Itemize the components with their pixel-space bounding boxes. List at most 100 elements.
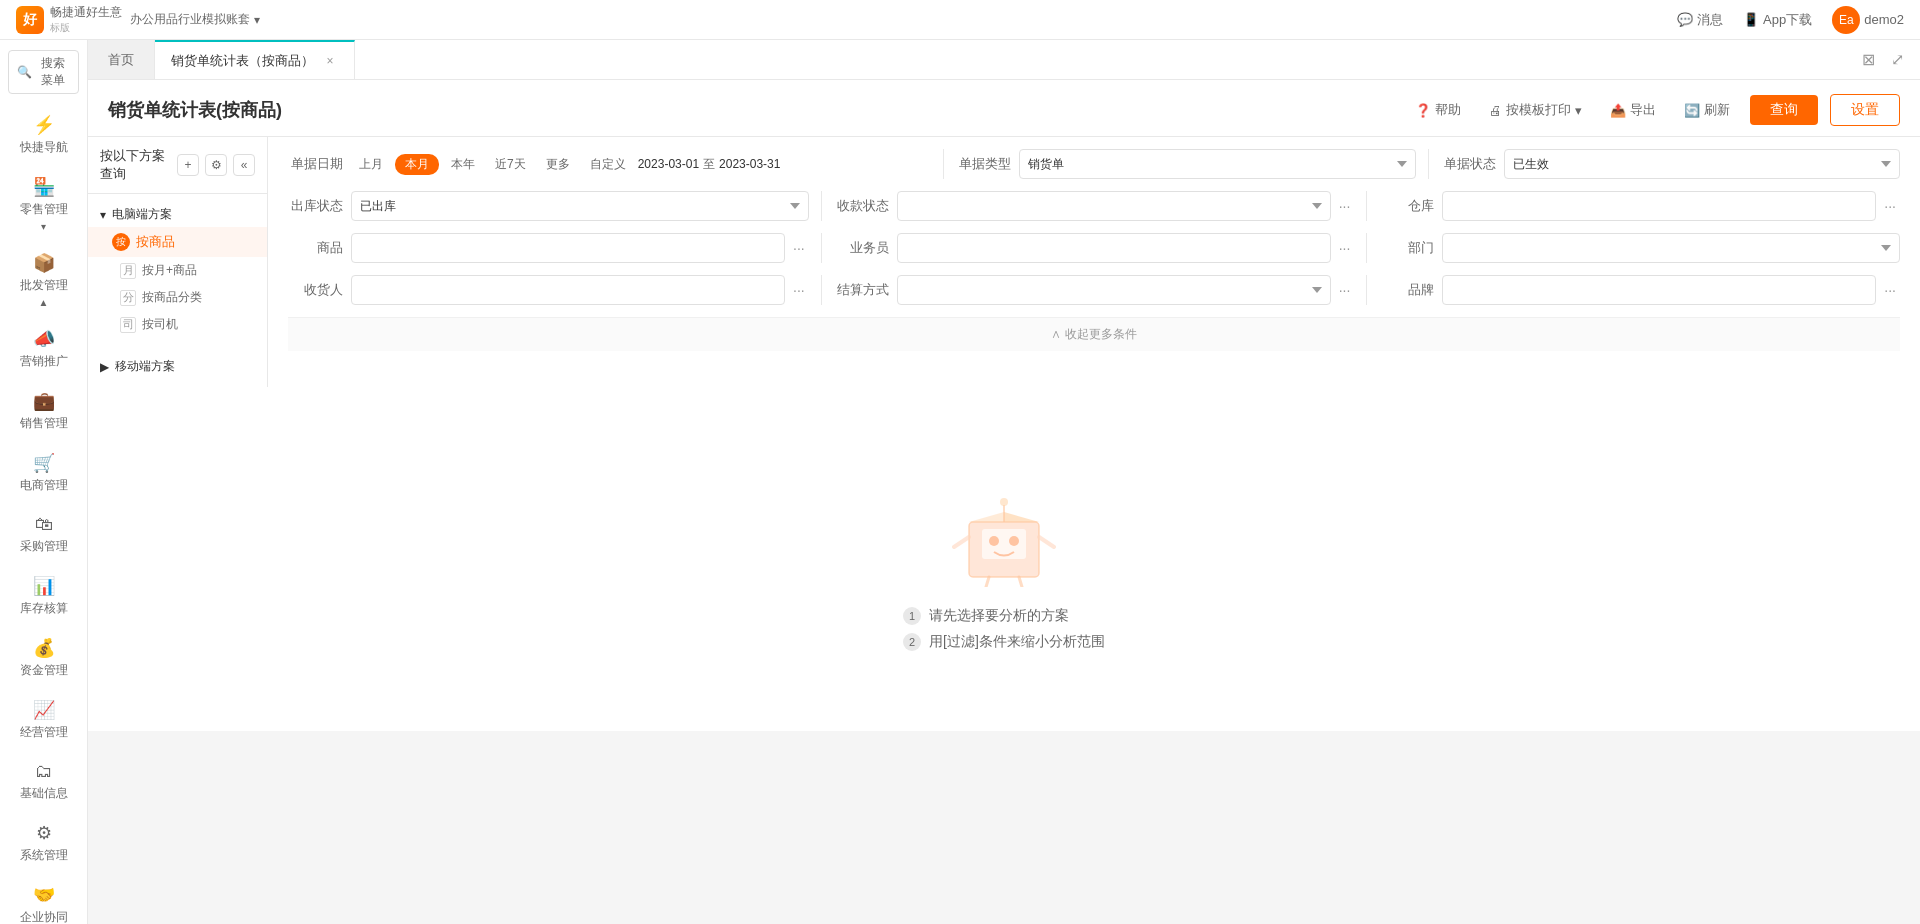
scheme-item-by-cashier[interactable]: 司 按司机 <box>88 311 267 338</box>
recipient-more-btn[interactable]: ··· <box>789 282 809 298</box>
top-header: 好 畅捷通好生意 标版 办公用品行业模拟账套 ▾ 💬 消息 📱 App下载 查询… <box>0 0 1920 40</box>
product-more-btn[interactable]: ··· <box>789 240 809 256</box>
salesperson-more-btn[interactable]: ··· <box>1335 240 1355 256</box>
tab-close-btn[interactable]: × <box>322 53 338 69</box>
sidebar-item-business[interactable]: 📈 经营管理 <box>0 689 87 751</box>
refresh-btn[interactable]: 🔄 刷新 <box>1676 97 1738 123</box>
tab-home[interactable]: 首页 <box>88 40 155 79</box>
sidebar-item-marketing[interactable]: 📣 营销推广 <box>0 318 87 380</box>
empty-illustration <box>944 467 1064 587</box>
mobile-scheme-group-title[interactable]: ▶ 移动端方案 <box>88 354 267 379</box>
date-tab-last-month[interactable]: 上月 <box>351 154 391 175</box>
settlement-more-btn[interactable]: ··· <box>1335 282 1355 298</box>
tip-num-1: 1 <box>903 607 921 625</box>
divider-1 <box>943 149 944 179</box>
scheme-item-by-product[interactable]: 按 按商品 <box>88 227 267 257</box>
message-action[interactable]: 💬 消息 <box>1677 11 1723 29</box>
brand-more-btn[interactable]: ··· <box>1880 282 1900 298</box>
workspace-dropdown[interactable]: 办公用品行业模拟账套 ▾ <box>130 11 260 28</box>
right-panel: 单据日期 上月 本月 本年 近7天 更多 <box>268 137 1920 387</box>
collapse-panel-btn[interactable]: « <box>233 154 255 176</box>
sidebar-item-quick-nav[interactable]: ⚡ 快捷导航 <box>0 104 87 166</box>
brand-label: 品牌 <box>1379 281 1434 299</box>
filter-field-payment: 收款状态 ··· <box>834 191 1355 221</box>
desktop-scheme-group: ▾ 电脑端方案 按 按商品 月 按月+商品 <box>88 194 267 346</box>
date-to: 2023-03-31 <box>719 157 780 171</box>
sidebar-item-retail[interactable]: 🏪 零售管理 ▾ <box>0 166 87 242</box>
divider-2 <box>1428 149 1429 179</box>
brand-input[interactable] <box>1442 275 1876 305</box>
doc-type-select[interactable]: 销货单 <box>1019 149 1415 179</box>
avatar: 查询 Ea <box>1832 6 1860 34</box>
salesperson-input[interactable] <box>897 233 1331 263</box>
fullscreen-btn[interactable]: ⤢ <box>1887 46 1908 73</box>
warehouse-more-btn[interactable]: ··· <box>1880 198 1900 214</box>
payment-label: 收款状态 <box>834 197 889 215</box>
query-btn[interactable]: 查询 <box>1750 95 1818 125</box>
date-tab-this-year[interactable]: 本年 <box>443 154 483 175</box>
filter-field-salesperson: 业务员 ··· <box>834 233 1355 263</box>
chevron-down-icon: ▾ <box>100 208 106 222</box>
payment-select[interactable] <box>897 191 1331 221</box>
left-panel-title: 按以下方案查询 <box>100 147 177 183</box>
date-tab-this-month[interactable]: 本月 <box>395 154 439 175</box>
user-action[interactable]: 查询 Ea demo2 <box>1832 6 1904 34</box>
page-title-actions: ❓ 帮助 🖨 按模板打印 ▾ 📤 导出 🔄 <box>1407 94 1900 126</box>
export-btn[interactable]: 📤 导出 <box>1602 97 1664 123</box>
stock-out-select[interactable]: 已出库 <box>351 191 809 221</box>
cooperation-icon: 🤝 <box>33 884 55 906</box>
help-btn[interactable]: ❓ 帮助 <box>1407 97 1469 123</box>
search-menu-button[interactable]: 🔍 搜索菜单 <box>8 50 79 94</box>
wholesale-icon: 📦 <box>33 252 55 274</box>
date-tab-7days[interactable]: 近7天 <box>487 154 534 175</box>
sidebar-item-inventory[interactable]: 📊 库存核算 <box>0 565 87 627</box>
business-icon: 📈 <box>33 699 55 721</box>
template-print-btn[interactable]: 🖨 按模板打印 ▾ <box>1481 97 1590 123</box>
tab-sales-report[interactable]: 销货单统计表（按商品） × <box>155 40 355 79</box>
restore-window-btn[interactable]: ⊠ <box>1858 46 1879 73</box>
sidebar-item-ecommerce[interactable]: 🛒 电商管理 <box>0 442 87 504</box>
doc-status-select[interactable]: 已生效 <box>1504 149 1900 179</box>
date-tab-more[interactable]: 更多 <box>538 154 578 175</box>
basic-icon: 🗂 <box>35 761 53 782</box>
date-tab-custom[interactable]: 自定义 <box>582 154 634 175</box>
filter-field-settlement: 结算方式 ··· <box>834 275 1355 305</box>
sales-label: 销售管理 <box>20 415 68 432</box>
scheme-item-by-month-product[interactable]: 月 按月+商品 <box>88 257 267 284</box>
recipient-input[interactable] <box>351 275 785 305</box>
date-control: 上月 本月 本年 近7天 更多 自定义 2023-0 <box>351 154 931 175</box>
sidebar-item-sales[interactable]: 💼 销售管理 <box>0 380 87 442</box>
payment-more-btn[interactable]: ··· <box>1335 198 1355 214</box>
scheme-settings-btn[interactable]: ⚙ <box>205 154 227 176</box>
page-inner: 销货单统计表(按商品) ❓ 帮助 🖨 按模板打印 ▾ 📤 <box>88 80 1920 731</box>
sidebar-item-cooperation[interactable]: 🤝 企业协同 <box>0 874 87 924</box>
divider-8 <box>1366 275 1367 305</box>
sidebar-item-wholesale[interactable]: 📦 批发管理 ▲ <box>0 242 87 318</box>
filter-row-3: 商品 ··· 业务员 ··· <box>288 233 1900 263</box>
department-select[interactable] <box>1442 233 1900 263</box>
settlement-select[interactable] <box>897 275 1331 305</box>
add-scheme-btn[interactable]: + <box>177 154 199 176</box>
active-tab-label: 销货单统计表（按商品） <box>171 52 314 70</box>
sidebar-item-finance[interactable]: 💰 资金管理 <box>0 627 87 689</box>
desktop-scheme-group-title[interactable]: ▾ 电脑端方案 <box>88 202 267 227</box>
retail-icon: 🏪 <box>33 176 55 198</box>
sidebar-item-basic[interactable]: 🗂 基础信息 <box>0 751 87 812</box>
warehouse-input[interactable] <box>1442 191 1876 221</box>
username-label: demo2 <box>1864 12 1904 27</box>
scheme-item-by-category[interactable]: 分 按商品分类 <box>88 284 267 311</box>
scheme-by-month-label: 按月+商品 <box>142 262 197 279</box>
payment-control: ··· <box>897 191 1355 221</box>
settings-btn[interactable]: 设置 <box>1830 94 1900 126</box>
collapse-bar[interactable]: ∧ 收起更多条件 <box>288 317 1900 351</box>
filter-row-4: 收货人 ··· 结算方式 <box>288 275 1900 305</box>
salesperson-control: ··· <box>897 233 1355 263</box>
sales-icon: 💼 <box>33 390 55 412</box>
marketing-icon: 📣 <box>33 328 55 350</box>
brand-control: ··· <box>1442 275 1900 305</box>
app-download-action[interactable]: 📱 App下载 <box>1743 11 1812 29</box>
product-input[interactable] <box>351 233 785 263</box>
sidebar-item-system[interactable]: ⚙ 系统管理 <box>0 812 87 874</box>
wholesale-label: 批发管理 <box>20 277 68 294</box>
sidebar-item-purchase[interactable]: 🛍 采购管理 <box>0 504 87 565</box>
